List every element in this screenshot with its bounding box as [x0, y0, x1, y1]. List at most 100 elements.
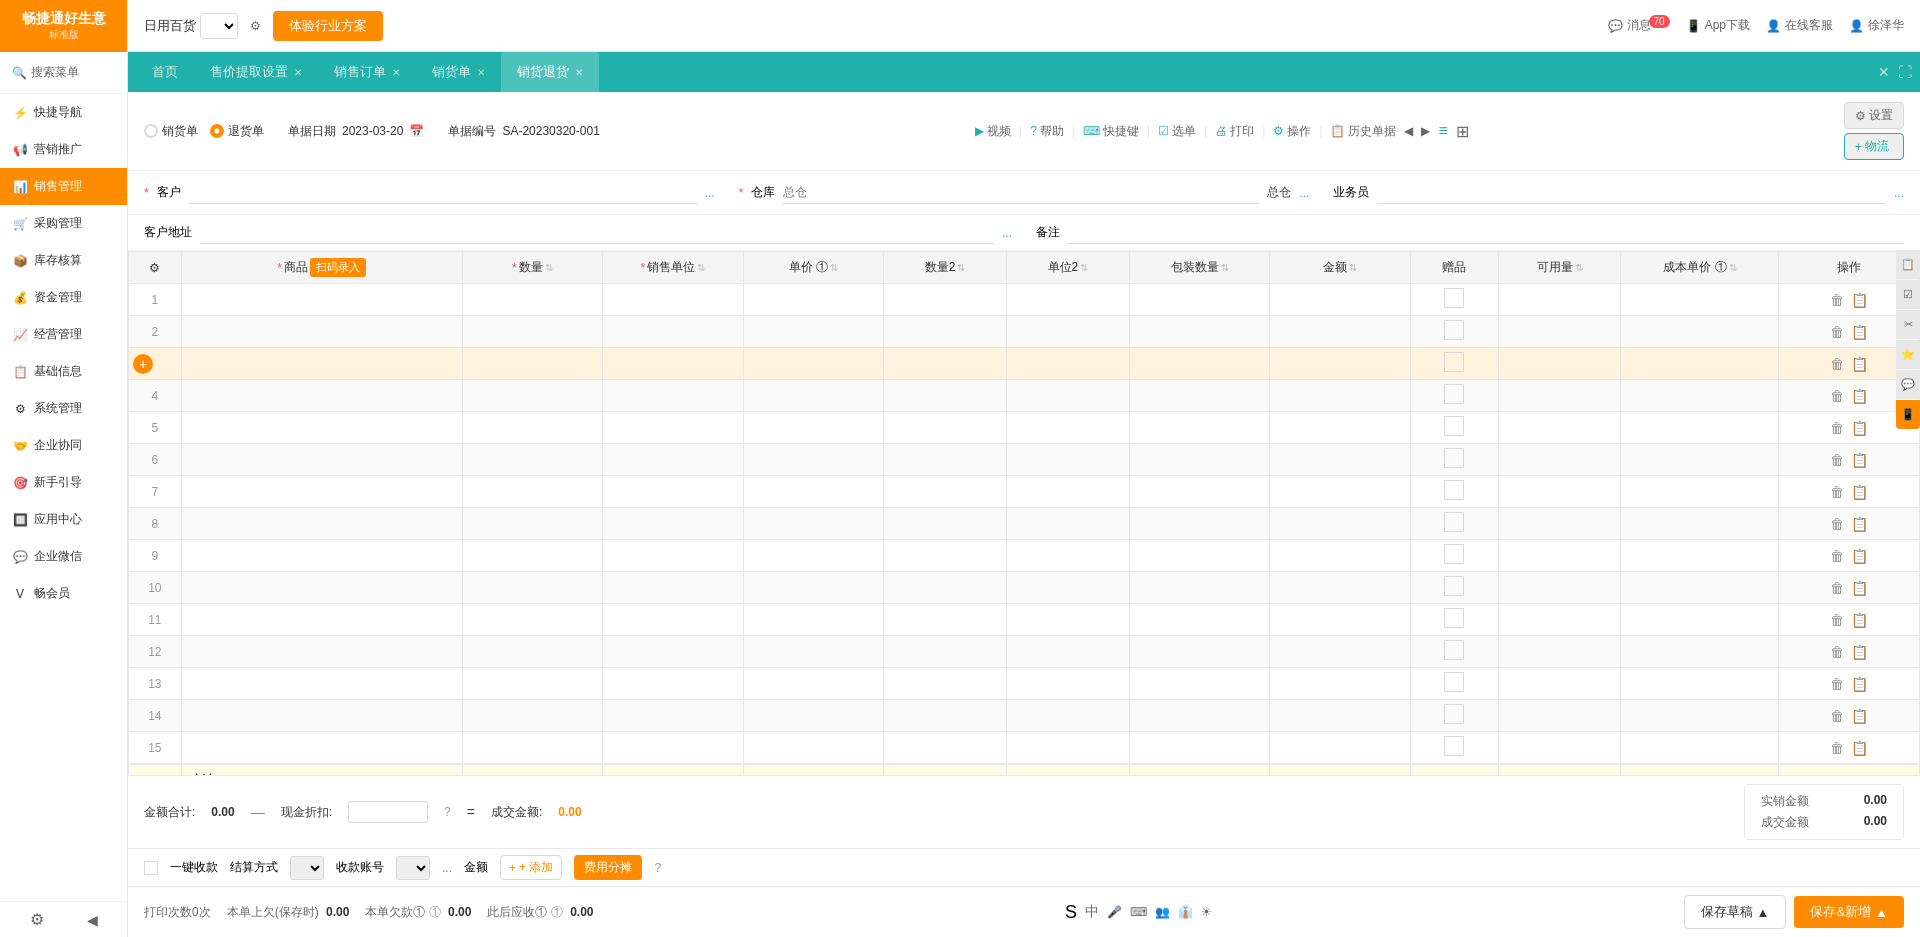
float-btn-3[interactable]: ✂ [1896, 310, 1920, 339]
avail-cell[interactable] [1498, 508, 1621, 540]
expense-split-button[interactable]: 费用分摊 [574, 855, 642, 880]
pkg-cell[interactable] [1129, 284, 1269, 316]
amount-cell[interactable] [1270, 380, 1410, 412]
add-logistics-button[interactable]: + 物流 [1844, 133, 1904, 160]
pkg-cell[interactable] [1129, 444, 1269, 476]
price-cell[interactable] [743, 508, 883, 540]
product-cell[interactable] [181, 572, 462, 604]
qty2-cell[interactable] [884, 284, 1007, 316]
pkg-cell[interactable] [1129, 572, 1269, 604]
unit2-cell[interactable] [1006, 316, 1129, 348]
unit-sort-icon[interactable]: ⇅ [697, 262, 705, 273]
qty-sort-icon[interactable]: ⇅ [545, 262, 553, 273]
product-cell[interactable] [181, 316, 462, 348]
gift-checkbox[interactable] [1444, 352, 1464, 372]
avail-cell[interactable] [1498, 572, 1621, 604]
price-cell[interactable] [743, 348, 883, 380]
tabs-close-all-button[interactable]: ✕ [1878, 64, 1890, 80]
float-btn-1[interactable]: 📋 [1896, 250, 1920, 279]
qty2-cell[interactable] [884, 572, 1007, 604]
avail-cell[interactable] [1498, 476, 1621, 508]
category-select[interactable] [200, 13, 238, 39]
unit-cell[interactable] [603, 572, 743, 604]
product-cell[interactable] [181, 732, 462, 765]
delete-row-icon[interactable]: 🗑 [1830, 516, 1844, 532]
operations-btn[interactable]: ⚙操作 [1273, 123, 1311, 140]
price-cell[interactable] [743, 540, 883, 572]
pkg-sort-icon[interactable]: ⇅ [1221, 262, 1229, 273]
current-debt-help-icon[interactable]: ① [429, 905, 441, 919]
print-btn[interactable]: 🖨打印 [1215, 123, 1254, 140]
unit-cell[interactable] [603, 636, 743, 668]
expense-help-icon[interactable]: ? [654, 861, 661, 875]
gift-cell[interactable] [1410, 732, 1498, 765]
unit-cell[interactable] [603, 508, 743, 540]
gift-checkbox[interactable] [1444, 544, 1464, 564]
copy-row-icon[interactable]: 📋 [1851, 484, 1868, 500]
qty2-cell[interactable] [884, 316, 1007, 348]
add-payment-button[interactable]: + + 添加 [500, 855, 562, 880]
unit-cell[interactable] [603, 444, 743, 476]
qty-cell[interactable] [462, 380, 602, 412]
qty-cell[interactable] [462, 508, 602, 540]
qty-cell[interactable] [462, 572, 602, 604]
qty-cell[interactable] [462, 604, 602, 636]
account-lookup-icon[interactable]: ... [442, 861, 452, 875]
qty2-cell[interactable] [884, 476, 1007, 508]
add-row-button[interactable]: + [133, 354, 153, 374]
product-cell[interactable] [181, 508, 462, 540]
sidebar-item-system[interactable]: ⚙ 系统管理 [0, 390, 127, 427]
discount-help-icon[interactable]: ? [444, 805, 451, 819]
gift-checkbox[interactable] [1444, 736, 1464, 756]
customer-lookup-icon[interactable]: ... [705, 186, 715, 200]
calendar-icon[interactable]: 📅 [409, 124, 424, 138]
avail-cell[interactable] [1498, 412, 1621, 444]
gift-checkbox[interactable] [1444, 384, 1464, 404]
qty2-cell[interactable] [884, 540, 1007, 572]
copy-row-icon[interactable]: 📋 [1851, 292, 1868, 308]
product-cell[interactable] [181, 700, 462, 732]
delete-row-icon[interactable]: 🗑 [1830, 612, 1844, 628]
gift-checkbox[interactable] [1444, 608, 1464, 628]
history-btn[interactable]: 📋历史单据 [1330, 123, 1396, 140]
pkg-cell[interactable] [1129, 316, 1269, 348]
address-input[interactable] [200, 221, 994, 244]
unit-cell[interactable] [603, 604, 743, 636]
amount-cell[interactable] [1270, 604, 1410, 636]
tab-sales-return[interactable]: 销货退货 ✕ [501, 52, 599, 92]
sidebar-item-guide[interactable]: 🎯 新手引导 [0, 464, 127, 501]
price-cell[interactable] [743, 412, 883, 444]
copy-row-icon[interactable]: 📋 [1851, 324, 1868, 340]
float-btn-6[interactable]: 📱 [1896, 400, 1920, 429]
experience-button[interactable]: 体验行业方案 [273, 11, 383, 41]
unit-cell[interactable] [603, 700, 743, 732]
qty-cell[interactable] [462, 444, 602, 476]
unit2-cell[interactable] [1006, 732, 1129, 765]
avail-cell[interactable] [1498, 540, 1621, 572]
amount-cell[interactable] [1270, 700, 1410, 732]
copy-row-icon[interactable]: 📋 [1851, 388, 1868, 404]
warehouse-input[interactable] [783, 181, 1259, 204]
sidebar-item-wechat[interactable]: 💬 企业微信 [0, 538, 127, 575]
qty-cell[interactable] [462, 476, 602, 508]
price-cell[interactable] [743, 732, 883, 765]
settlement-select[interactable] [290, 856, 324, 880]
price-cell[interactable] [743, 284, 883, 316]
view-list-icon[interactable]: ≡ [1438, 122, 1447, 140]
qty-cell[interactable] [462, 700, 602, 732]
product-cell[interactable] [181, 636, 462, 668]
sidebar-item-enterprise[interactable]: 🤝 企业协同 [0, 427, 127, 464]
gift-checkbox[interactable] [1444, 640, 1464, 660]
float-btn-5[interactable]: 💬 [1896, 370, 1920, 399]
amount-cell[interactable] [1270, 508, 1410, 540]
qty-cell[interactable] [462, 732, 602, 765]
qty-cell[interactable] [462, 412, 602, 444]
copy-row-icon[interactable]: 📋 [1851, 612, 1868, 628]
sidebar-item-quicknav[interactable]: ⚡ 快捷导航 [0, 94, 127, 131]
pkg-cell[interactable] [1129, 508, 1269, 540]
discount-input[interactable] [348, 801, 428, 823]
qty2-cell[interactable] [884, 444, 1007, 476]
avail-cell[interactable] [1498, 444, 1621, 476]
sidebar-item-appstore[interactable]: 🔲 应用中心 [0, 501, 127, 538]
gift-cell[interactable] [1410, 316, 1498, 348]
